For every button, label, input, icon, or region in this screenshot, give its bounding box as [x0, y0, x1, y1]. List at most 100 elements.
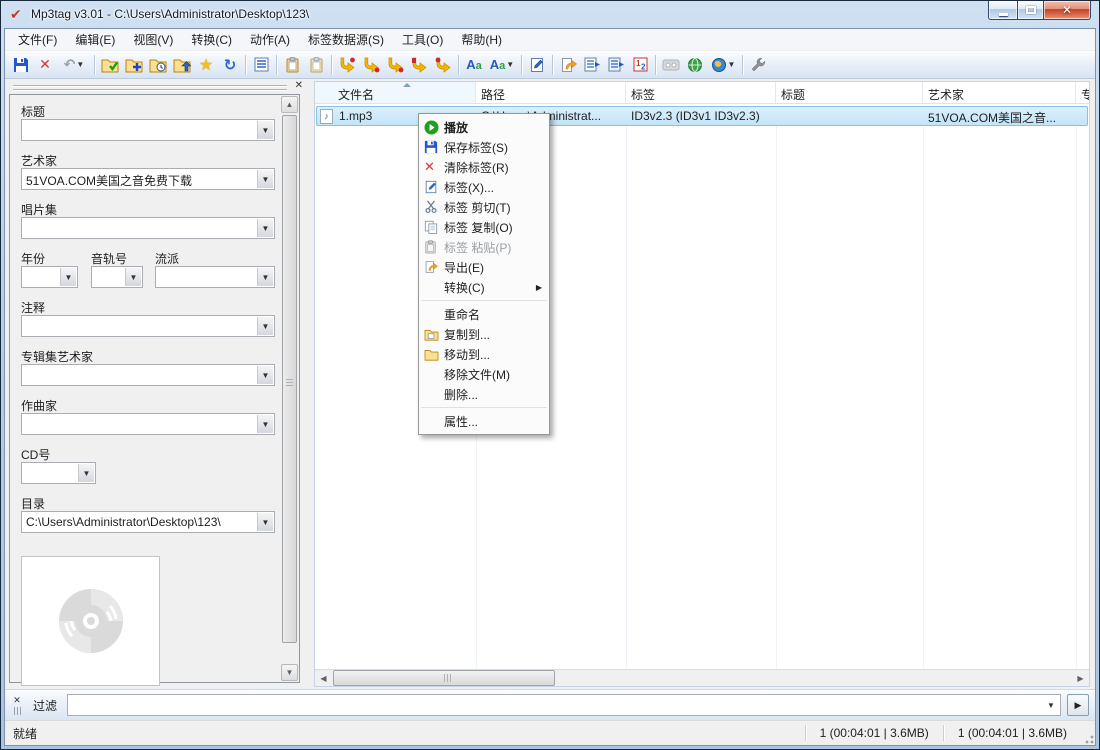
chevron-down-icon[interactable]: ▼: [257, 513, 273, 531]
column-header-albumartist[interactable]: 专: [1076, 82, 1090, 103]
menu-actions[interactable]: 动作(A): [241, 28, 299, 51]
track-combo[interactable]: ▼: [91, 266, 143, 288]
filter-grip-handle[interactable]: [14, 707, 21, 715]
tag-sources-button[interactable]: [659, 53, 683, 76]
column-header-title[interactable]: 标题: [776, 82, 923, 103]
case-conversion-button[interactable]: Aa: [462, 53, 486, 76]
context-menu-item-export[interactable]: 导出(E): [419, 257, 549, 277]
disc-combo[interactable]: ▼: [21, 462, 96, 484]
scroll-down-icon[interactable]: ▼: [281, 664, 298, 681]
save-tag-button[interactable]: [9, 53, 33, 76]
convert-textfile-tag-button[interactable]: [407, 53, 431, 76]
menu-help[interactable]: 帮助(H): [452, 28, 511, 51]
column-header-path[interactable]: 路径: [476, 82, 626, 103]
minimize-button[interactable]: [988, 1, 1017, 20]
panel-close-button[interactable]: ✕: [295, 80, 303, 91]
scroll-up-icon[interactable]: ▲: [281, 96, 298, 113]
status-ready: 就绪: [5, 725, 805, 742]
add-directory-button[interactable]: [122, 53, 146, 76]
filter-close-button[interactable]: ✕: [13, 696, 21, 705]
case-conversion-menu-button[interactable]: Aa▼: [486, 53, 518, 76]
titlebar[interactable]: ✔ Mp3tag v3.01 - C:\Users\Administrator\…: [1, 1, 1099, 28]
composer-combo[interactable]: ▼: [21, 413, 275, 435]
resize-grip[interactable]: [1081, 731, 1095, 745]
columns-button[interactable]: [249, 53, 273, 76]
refresh-button[interactable]: ↻: [218, 53, 242, 76]
menu-edit[interactable]: 编辑(E): [66, 28, 124, 51]
panel-grip-handle[interactable]: [13, 85, 287, 90]
filter-input[interactable]: ▼: [67, 694, 1061, 716]
scroll-left-icon[interactable]: ◀: [315, 670, 332, 686]
menu-tag-sources[interactable]: 标签数据源(S): [299, 28, 393, 51]
clipboard-copy-button[interactable]: [280, 53, 304, 76]
menu-convert[interactable]: 转换(C): [182, 28, 241, 51]
recent-directory-button[interactable]: [146, 53, 170, 76]
chevron-down-icon[interactable]: ▼: [125, 268, 141, 286]
remove-tag-button[interactable]: ✕: [33, 53, 57, 76]
album-art-box[interactable]: [21, 556, 160, 686]
close-button[interactable]: ✕: [1044, 1, 1091, 20]
year-combo[interactable]: ▼: [21, 266, 78, 288]
convert-filename-tag-button[interactable]: [359, 53, 383, 76]
context-menu-item-play[interactable]: 播放: [419, 117, 549, 137]
edit-tag-button[interactable]: [525, 53, 549, 76]
change-directory-button[interactable]: [98, 53, 122, 76]
context-menu-item-properties[interactable]: 属性...: [419, 411, 549, 431]
undo-button[interactable]: ↶▼: [57, 53, 91, 76]
context-menu-item-move-to[interactable]: 移动到...: [419, 344, 549, 364]
chevron-down-icon[interactable]: ▼: [257, 366, 273, 384]
export-button[interactable]: [556, 53, 580, 76]
chevron-down-icon[interactable]: ▼: [78, 464, 94, 482]
chevron-down-icon[interactable]: ▼: [60, 268, 76, 286]
chevron-down-icon[interactable]: ▼: [257, 317, 273, 335]
column-header-artist[interactable]: 艺术家: [923, 82, 1076, 103]
horizontal-scrollbar[interactable]: ◀ ▶: [315, 669, 1089, 686]
chevron-down-icon[interactable]: ▼: [257, 170, 273, 188]
horizontal-scrollbar-thumb[interactable]: [333, 670, 555, 686]
genre-combo[interactable]: ▼: [155, 266, 275, 288]
comment-combo[interactable]: ▼: [21, 315, 275, 337]
websources-button[interactable]: [683, 53, 707, 76]
actions-quick-button[interactable]: [604, 53, 628, 76]
favorite-directory-button[interactable]: ★: [194, 53, 218, 76]
directory-combo[interactable]: C:\Users\Administrator\Desktop\123\ ▼: [21, 511, 275, 533]
context-menu-item-cut-tag[interactable]: 标签 剪切(T): [419, 197, 549, 217]
context-menu-item-edit-tag[interactable]: 标签(X)...: [419, 177, 549, 197]
menu-view[interactable]: 视图(V): [124, 28, 182, 51]
context-menu-item-save-tag[interactable]: 保存标签(S): [419, 137, 549, 157]
convert-filename-filename-button[interactable]: [383, 53, 407, 76]
clipboard-paste-button[interactable]: [304, 53, 328, 76]
autonumbering-button[interactable]: 12: [628, 53, 652, 76]
actions-button[interactable]: [580, 53, 604, 76]
menu-file[interactable]: 文件(F): [9, 28, 66, 51]
chevron-down-icon[interactable]: ▼: [1043, 696, 1059, 714]
convert-tag-filename-button[interactable]: [335, 53, 359, 76]
context-menu-item-copy-to[interactable]: 复制到...: [419, 324, 549, 344]
album-artist-combo[interactable]: ▼: [21, 364, 275, 386]
column-header-filename[interactable]: 文件名: [315, 82, 476, 103]
scroll-right-icon[interactable]: ▶: [1072, 670, 1089, 686]
column-header-tag[interactable]: 标签: [626, 82, 776, 103]
websources-menu-button[interactable]: ▼: [707, 53, 739, 76]
convert-tag-tag-button[interactable]: [431, 53, 455, 76]
filter-apply-button[interactable]: ▶: [1067, 694, 1089, 716]
panel-scrollbar[interactable]: ▲ ▼: [281, 96, 298, 681]
context-menu-item-convert[interactable]: 转换(C) ▶: [419, 277, 549, 297]
context-menu-item-delete[interactable]: 删除...: [419, 384, 549, 404]
options-button[interactable]: [746, 53, 770, 76]
panel-scrollbar-thumb[interactable]: [282, 115, 297, 643]
artist-combo[interactable]: 51VOA.COM美国之音免费下载 ▼: [21, 168, 275, 190]
maximize-button[interactable]: [1017, 1, 1044, 20]
context-menu-item-remove-tag[interactable]: ✕ 清除标签(R): [419, 157, 549, 177]
chevron-down-icon[interactable]: ▼: [257, 219, 273, 237]
context-menu-item-remove-file[interactable]: 移除文件(M): [419, 364, 549, 384]
chevron-down-icon[interactable]: ▼: [257, 121, 273, 139]
context-menu-item-rename[interactable]: 重命名: [419, 304, 549, 324]
title-combo[interactable]: ▼: [21, 119, 275, 141]
album-combo[interactable]: ▼: [21, 217, 275, 239]
parent-directory-button[interactable]: [170, 53, 194, 76]
chevron-down-icon[interactable]: ▼: [257, 268, 273, 286]
context-menu-item-copy-tag[interactable]: 标签 复制(O): [419, 217, 549, 237]
menu-tools[interactable]: 工具(O): [393, 28, 452, 51]
chevron-down-icon[interactable]: ▼: [257, 415, 273, 433]
